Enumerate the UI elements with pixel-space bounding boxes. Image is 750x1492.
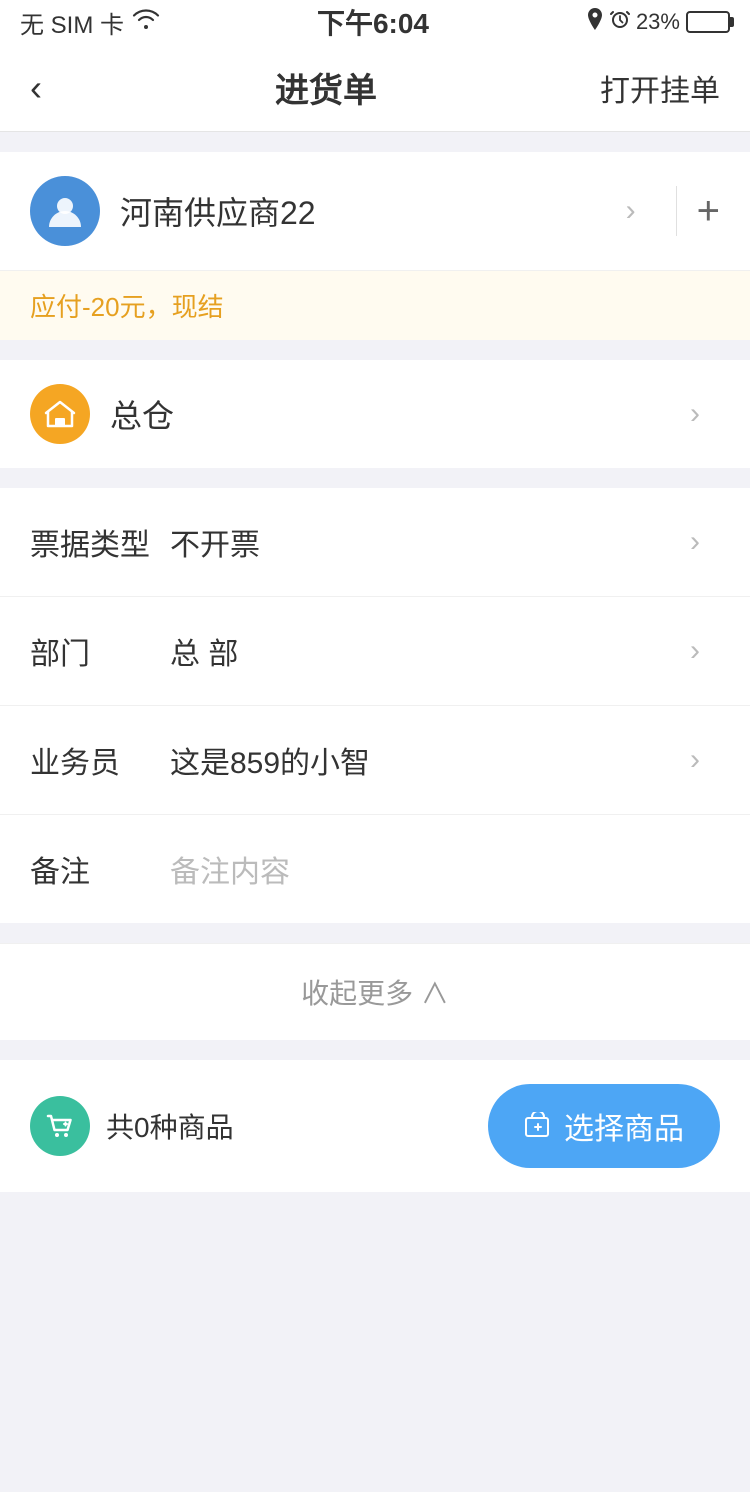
location-icon bbox=[586, 8, 604, 36]
salesman-chevron-icon: › bbox=[690, 743, 700, 777]
remark-label: 备注 bbox=[30, 847, 150, 891]
supplier-avatar bbox=[30, 176, 100, 246]
bottom-bar: 共0种商品 选择商品 bbox=[0, 1060, 750, 1192]
warehouse-name: 总仓 bbox=[110, 391, 690, 437]
remark-row[interactable]: 备注 备注内容 bbox=[0, 815, 750, 923]
supplier-card: 河南供应商22 › + 应付-20元，现结 bbox=[0, 152, 750, 340]
salesman-row[interactable]: 业务员 这是859的小智 › bbox=[0, 706, 750, 815]
dept-value: 总 部 bbox=[150, 629, 690, 673]
battery-icon bbox=[686, 11, 730, 33]
invoice-value: 不开票 bbox=[150, 520, 690, 564]
dept-label: 部门 bbox=[30, 629, 150, 673]
salesman-label: 业务员 bbox=[30, 738, 150, 782]
supplier-row[interactable]: 河南供应商22 › + bbox=[0, 152, 750, 271]
carrier-label: 无 SIM 卡 bbox=[20, 5, 124, 40]
notice-text: 应付-20元，现结 bbox=[30, 292, 224, 322]
supplier-name: 河南供应商22 bbox=[120, 188, 626, 234]
invoice-chevron-icon: › bbox=[690, 525, 700, 559]
section-gap-1 bbox=[0, 132, 750, 152]
nav-bar: ‹ 进货单 打开挂单 bbox=[0, 44, 750, 132]
salesman-value: 这是859的小智 bbox=[150, 738, 690, 782]
battery-percent: 23% bbox=[636, 9, 680, 35]
status-right: 23% bbox=[586, 8, 730, 36]
open-pending-button[interactable]: 打开挂单 bbox=[600, 66, 720, 110]
wifi-icon bbox=[132, 8, 160, 36]
department-row[interactable]: 部门 总 部 › bbox=[0, 597, 750, 706]
divider bbox=[676, 186, 677, 236]
select-goods-button[interactable]: 选择商品 bbox=[488, 1084, 720, 1168]
rest-background bbox=[0, 1192, 750, 1492]
page-title: 进货单 bbox=[275, 63, 377, 112]
warehouse-row[interactable]: 总仓 › bbox=[0, 360, 750, 468]
back-button[interactable]: ‹ bbox=[30, 57, 52, 119]
invoice-label: 票据类型 bbox=[30, 520, 150, 564]
notice-bar: 应付-20元，现结 bbox=[0, 271, 750, 340]
cart-icon bbox=[30, 1096, 90, 1156]
dept-chevron-icon: › bbox=[690, 634, 700, 668]
add-supplier-button[interactable]: + bbox=[697, 189, 720, 234]
form-section: 票据类型 不开票 › 部门 总 部 › 业务员 这是859的小智 › 备注 备注… bbox=[0, 488, 750, 923]
invoice-type-row[interactable]: 票据类型 不开票 › bbox=[0, 488, 750, 597]
warehouse-icon bbox=[30, 384, 90, 444]
status-bar: 无 SIM 卡 下午6:04 23% bbox=[0, 0, 750, 44]
status-left: 无 SIM 卡 bbox=[20, 5, 160, 40]
product-count-text: 共0种商品 bbox=[106, 1106, 234, 1146]
alarm-icon bbox=[610, 8, 630, 36]
status-time: 下午6:04 bbox=[317, 2, 429, 42]
chevron-right-icon: › bbox=[626, 194, 636, 228]
collapse-button[interactable]: 收起更多 ∧ bbox=[301, 972, 449, 1012]
warehouse-chevron-icon: › bbox=[690, 397, 700, 431]
product-count-area: 共0种商品 bbox=[30, 1096, 234, 1156]
collapse-row[interactable]: 收起更多 ∧ bbox=[0, 943, 750, 1040]
section-gap-2 bbox=[0, 340, 750, 360]
select-goods-label: 选择商品 bbox=[564, 1104, 684, 1148]
remark-input[interactable]: 备注内容 bbox=[150, 847, 720, 891]
